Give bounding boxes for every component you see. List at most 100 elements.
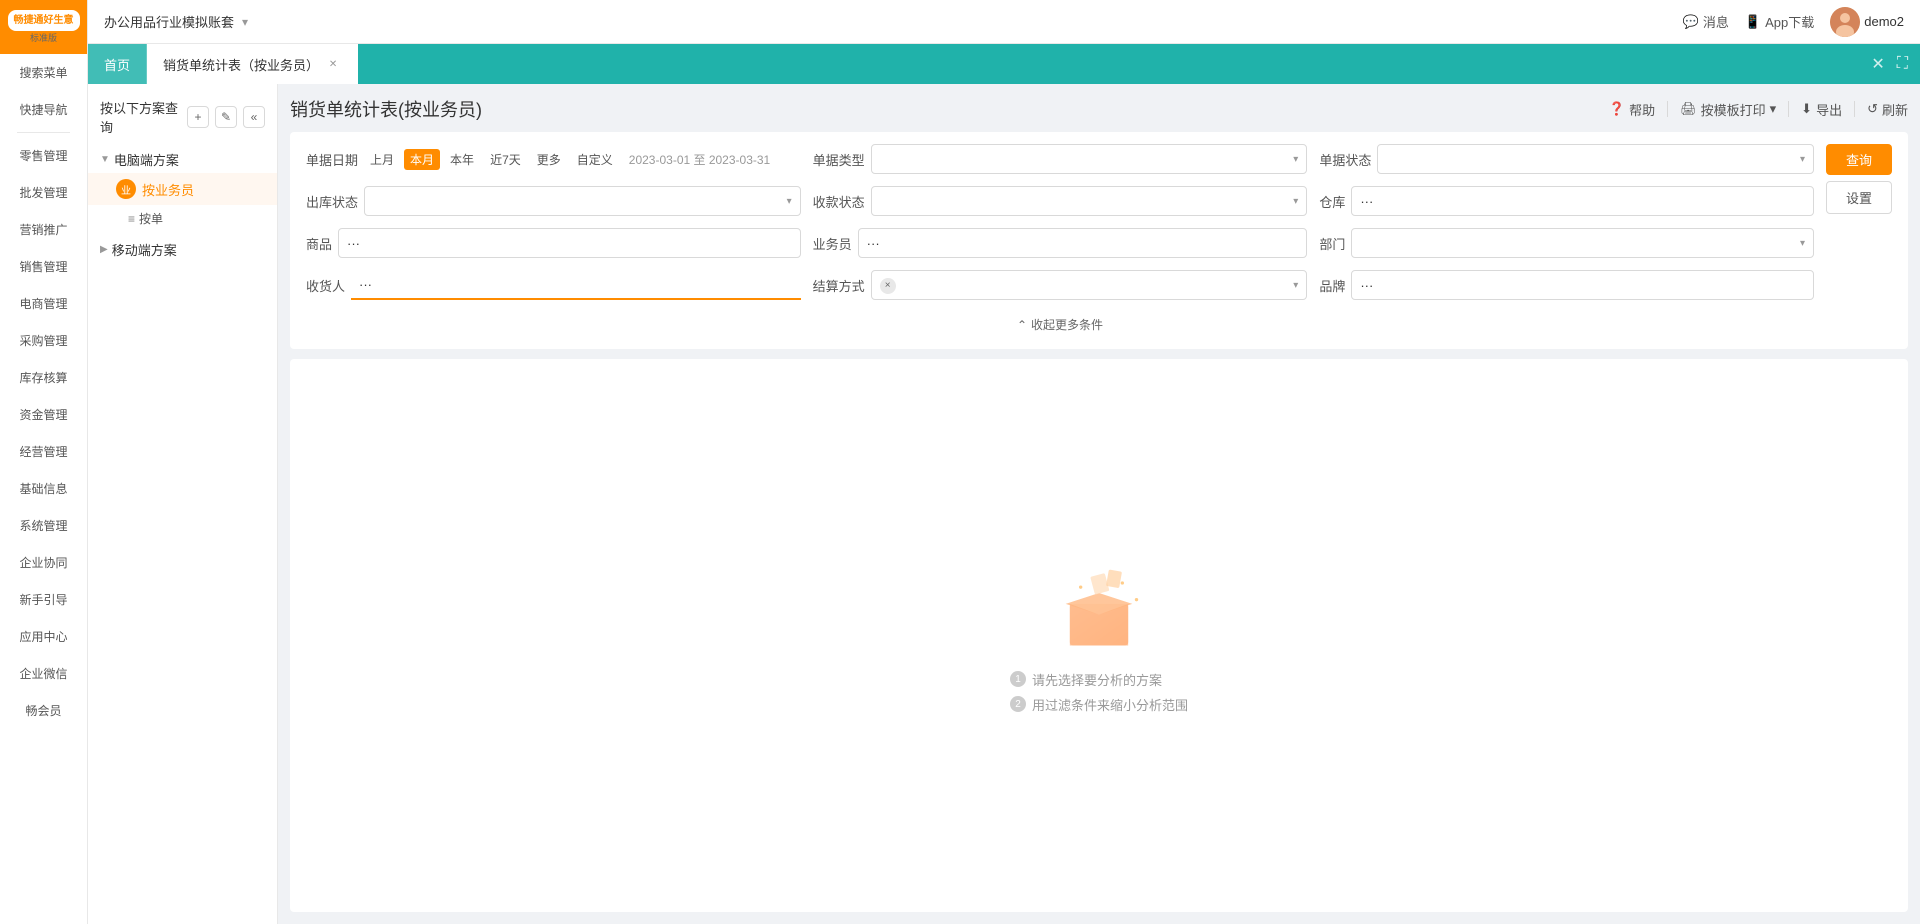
warehouse-dots: ··· bbox=[1360, 194, 1373, 209]
filter-item-out-status: 出库状态 ▾ bbox=[306, 186, 801, 216]
sidebar-logo[interactable]: 畅捷通好生意 标准版 bbox=[0, 0, 87, 54]
doc-status-label: 单据状态 bbox=[1319, 150, 1371, 169]
refresh-btn[interactable]: ↺ 刷新 bbox=[1867, 100, 1908, 119]
doc-status-select[interactable]: ▾ bbox=[1377, 144, 1814, 174]
tip-num-2: 2 bbox=[1010, 696, 1026, 712]
refresh-icon: ↺ bbox=[1867, 101, 1878, 117]
date-tab-this-month[interactable]: 本月 bbox=[404, 149, 440, 170]
tab-sales-stat[interactable]: 销货单统计表（按业务员） ✕ bbox=[147, 44, 358, 84]
desktop-schema-label: 电脑端方案 bbox=[114, 150, 179, 169]
schema-item-by-salesperson[interactable]: 业 按业务员 bbox=[88, 173, 277, 205]
content-area: 按以下方案查询 + ✎ « ▼ 电脑端方案 业 按业务员 ≡ 按 bbox=[88, 84, 1920, 924]
tab-close-icon[interactable]: ✕ bbox=[325, 56, 341, 72]
sidebar-item-enterprise-wechat[interactable]: 企业微信 bbox=[0, 655, 87, 692]
sidebar-item-sales[interactable]: 销售管理 bbox=[0, 248, 87, 285]
sidebar-item-operations[interactable]: 经营管理 bbox=[0, 433, 87, 470]
export-btn[interactable]: ⬇ 导出 bbox=[1801, 100, 1842, 119]
filter-row-1: 单据日期 上月 本月 本年 近7天 更多 自定义 bbox=[306, 144, 1814, 174]
receiver-input[interactable]: ··· bbox=[351, 270, 801, 300]
message-btn[interactable]: 💬 消息 bbox=[1683, 12, 1729, 31]
date-tab-last-month[interactable]: 上月 bbox=[364, 149, 400, 170]
mobile-schema-header[interactable]: ▶ 移动端方案 bbox=[88, 236, 277, 263]
sidebar-item-marketing[interactable]: 营销推广 bbox=[0, 211, 87, 248]
edit-schema-btn[interactable]: ✎ bbox=[215, 106, 237, 128]
date-tab-this-year[interactable]: 本年 bbox=[444, 149, 480, 170]
sidebar-item-newbie[interactable]: 新手引导 bbox=[0, 581, 87, 618]
left-panel: 按以下方案查询 + ✎ « ▼ 电脑端方案 业 按业务员 ≡ 按 bbox=[88, 84, 278, 924]
filter-item-salesperson: 业务员 ··· bbox=[813, 228, 1308, 258]
header-dropdown-icon[interactable]: ▾ bbox=[242, 15, 248, 29]
sidebar-item-basic[interactable]: 基础信息 bbox=[0, 470, 87, 507]
receipt-status-select[interactable]: ▾ bbox=[871, 186, 1308, 216]
collapse-panel-btn[interactable]: « bbox=[243, 106, 265, 128]
header-right: 💬 消息 📱 App下载 demo2 bbox=[1683, 7, 1904, 37]
user-area[interactable]: demo2 bbox=[1830, 7, 1904, 37]
system-label: 系统管理 bbox=[4, 517, 83, 534]
page-title: 销货单统计表(按业务员) bbox=[290, 96, 482, 122]
sidebar-item-member[interactable]: 畅会员 bbox=[0, 692, 87, 729]
goods-input[interactable]: ··· bbox=[338, 228, 801, 258]
settings-btn[interactable]: 设置 bbox=[1826, 181, 1892, 214]
tab-bar-right: ✕ ⛶ bbox=[1867, 50, 1920, 78]
tab-close-all-icon[interactable]: ✕ bbox=[1867, 50, 1888, 78]
sales-stat-tab-label: 销货单统计表（按业务员） bbox=[163, 55, 319, 74]
help-btn[interactable]: ❓ 帮助 bbox=[1609, 100, 1655, 119]
sidebar-item-ecommerce[interactable]: 电商管理 bbox=[0, 285, 87, 322]
add-schema-btn[interactable]: + bbox=[187, 106, 209, 128]
mobile-schema-label: 移动端方案 bbox=[112, 240, 177, 259]
settle-method-select[interactable]: × ▾ bbox=[871, 270, 1308, 300]
sidebar-item-shortcut[interactable]: 快捷导航 bbox=[0, 91, 87, 128]
sidebar-item-finance[interactable]: 资金管理 bbox=[0, 396, 87, 433]
search-menu-label: 搜索菜单 bbox=[4, 64, 83, 81]
department-select[interactable]: ▾ bbox=[1351, 228, 1814, 258]
desktop-schema-header[interactable]: ▼ 电脑端方案 bbox=[88, 146, 277, 173]
collapse-icon: ⌃ bbox=[1017, 318, 1027, 332]
tab-bar: 首页 销货单统计表（按业务员） ✕ ✕ ⛶ bbox=[88, 44, 1920, 84]
refresh-label: 刷新 bbox=[1882, 100, 1908, 119]
sidebar-divider-1 bbox=[17, 132, 69, 133]
date-tab-more[interactable]: 更多 bbox=[531, 149, 567, 170]
collapse-btn[interactable]: ⌃ 收起更多条件 bbox=[1017, 312, 1103, 337]
salesperson-schema-icon: 业 bbox=[116, 179, 136, 199]
query-actions: 查询 设置 bbox=[1826, 144, 1892, 214]
home-tab-label: 首页 bbox=[104, 55, 130, 74]
sidebar-item-system[interactable]: 系统管理 bbox=[0, 507, 87, 544]
out-status-select[interactable]: ▾ bbox=[364, 186, 801, 216]
salesperson-input[interactable]: ··· bbox=[858, 228, 1308, 258]
brand-label: 品牌 bbox=[1319, 276, 1345, 295]
filter-row-3: 商品 ··· 业务员 ··· bbox=[306, 228, 1814, 258]
doc-type-select[interactable]: ▾ bbox=[871, 144, 1308, 174]
schema-sub-item-by-order[interactable]: ≡ 按单 bbox=[88, 205, 277, 232]
sidebar-item-purchase[interactable]: 采购管理 bbox=[0, 322, 87, 359]
sales-label: 销售管理 bbox=[4, 258, 83, 275]
date-tab-7days[interactable]: 近7天 bbox=[484, 149, 527, 170]
sidebar-item-search[interactable]: 搜索菜单 bbox=[0, 54, 87, 91]
left-panel-header: 按以下方案查询 + ✎ « bbox=[88, 92, 277, 142]
query-btn[interactable]: 查询 bbox=[1826, 144, 1892, 175]
date-tab-custom[interactable]: 自定义 bbox=[571, 149, 619, 170]
help-label: 帮助 bbox=[1629, 100, 1655, 119]
settle-method-clear-icon[interactable]: × bbox=[880, 278, 896, 294]
date-label: 单据日期 bbox=[306, 150, 358, 169]
order-sub-icon: ≡ bbox=[128, 212, 135, 226]
action-divider-1 bbox=[1667, 101, 1668, 117]
doc-status-dropdown-icon: ▾ bbox=[1800, 154, 1805, 165]
salesperson-schema-label: 按业务员 bbox=[142, 180, 194, 199]
sidebar-item-wholesale[interactable]: 批发管理 bbox=[0, 174, 87, 211]
tab-fullscreen-icon[interactable]: ⛶ bbox=[1893, 51, 1912, 77]
filter-item-brand: 品牌 ··· bbox=[1319, 270, 1814, 300]
sidebar-item-app-center[interactable]: 应用中心 bbox=[0, 618, 87, 655]
sidebar-item-retail[interactable]: 零售管理 bbox=[0, 137, 87, 174]
enterprise-wechat-label: 企业微信 bbox=[4, 665, 83, 682]
sidebar-item-inventory[interactable]: 库存核算 bbox=[0, 359, 87, 396]
tab-home[interactable]: 首页 bbox=[88, 44, 147, 84]
sidebar-item-enterprise[interactable]: 企业协同 bbox=[0, 544, 87, 581]
template-print-btn[interactable]: 🖨 按模板打印 ▾ bbox=[1680, 100, 1776, 119]
app-download-btn[interactable]: 📱 App下载 bbox=[1745, 12, 1814, 31]
logo-sub: 标准版 bbox=[5, 31, 82, 44]
brand-input[interactable]: ··· bbox=[1351, 270, 1814, 300]
page-actions: ❓ 帮助 🖨 按模板打印 ▾ ⬇ 导出 bbox=[1609, 100, 1908, 119]
filter-item-department: 部门 ▾ bbox=[1319, 228, 1814, 258]
warehouse-input[interactable]: ··· bbox=[1351, 186, 1814, 216]
message-label: 消息 bbox=[1703, 12, 1729, 31]
